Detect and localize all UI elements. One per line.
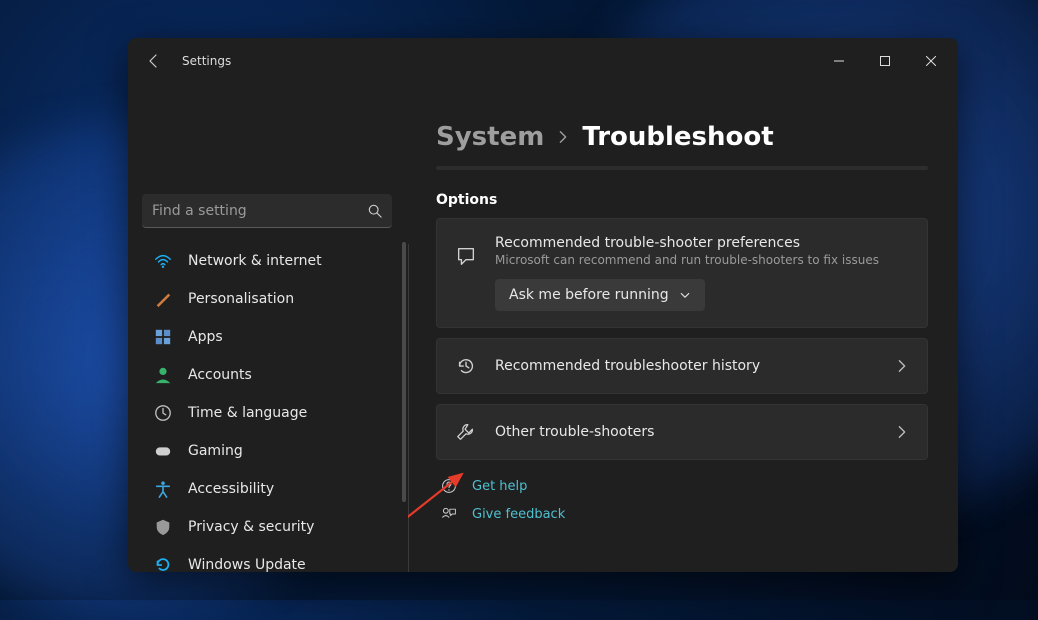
- chevron-down-icon: [679, 289, 691, 301]
- sidebar-item-label: Accounts: [188, 367, 252, 383]
- sidebar-item-label: Gaming: [188, 443, 243, 459]
- main-content: System Troubleshoot Options Recommended …: [408, 84, 958, 572]
- window-controls: [816, 44, 954, 78]
- clock-globe-icon: [154, 404, 172, 422]
- sidebar-item-label: Accessibility: [188, 481, 274, 497]
- sidebar-item-accessibility[interactable]: Accessibility: [142, 470, 408, 508]
- sidebar-item-network[interactable]: Network & internet: [142, 242, 408, 280]
- sidebar-item-personalisation[interactable]: Personalisation: [142, 280, 408, 318]
- sidebar-item-label: Network & internet: [188, 253, 322, 269]
- card-title: Recommended troubleshooter history: [495, 358, 877, 374]
- link-give-feedback[interactable]: Give feedback: [440, 506, 928, 522]
- settings-window: Settings: [128, 38, 958, 572]
- sidebar-item-time-language[interactable]: Time & language: [142, 394, 408, 432]
- card-other-troubleshooters[interactable]: Other trouble-shooters: [436, 404, 928, 460]
- shield-icon: [154, 518, 172, 536]
- wrench-icon: [455, 421, 477, 443]
- chat-icon: [455, 245, 477, 267]
- maximize-button[interactable]: [862, 44, 908, 78]
- update-icon: [154, 556, 172, 572]
- content-divider: [408, 244, 409, 572]
- wifi-icon: [154, 252, 172, 270]
- brush-icon: [154, 290, 172, 308]
- link-get-help[interactable]: Get help: [440, 478, 928, 494]
- loading-bar: [436, 166, 928, 170]
- chevron-right-icon: [556, 130, 570, 144]
- dropdown-run-preference[interactable]: Ask me before running: [495, 279, 705, 311]
- search-input[interactable]: [152, 203, 368, 219]
- card-recommended-preferences: Recommended trouble-shooter preferences …: [436, 218, 928, 328]
- sidebar-nav: Network & internet Personalisation Apps: [142, 242, 408, 572]
- sidebar-scrollbar[interactable]: [402, 242, 406, 502]
- person-icon: [154, 366, 172, 384]
- sidebar-item-update[interactable]: Windows Update: [142, 546, 408, 572]
- history-icon: [455, 355, 477, 377]
- card-title: Recommended trouble-shooter preferences: [495, 235, 909, 251]
- search-icon: [368, 204, 382, 218]
- sidebar-item-label: Apps: [188, 329, 223, 345]
- titlebar: Settings: [128, 38, 958, 84]
- help-icon: [440, 478, 458, 494]
- sidebar-item-gaming[interactable]: Gaming: [142, 432, 408, 470]
- card-troubleshooter-history[interactable]: Recommended troubleshooter history: [436, 338, 928, 394]
- feedback-icon: [440, 506, 458, 522]
- accessibility-icon: [154, 480, 172, 498]
- minimize-button[interactable]: [816, 44, 862, 78]
- search-box[interactable]: [142, 194, 392, 228]
- apps-icon: [154, 328, 172, 346]
- breadcrumb: System Troubleshoot: [436, 122, 928, 152]
- chevron-right-icon: [895, 425, 909, 439]
- chevron-right-icon: [895, 359, 909, 373]
- card-subtitle: Microsoft can recommend and run trouble-…: [495, 253, 909, 267]
- section-title-options: Options: [436, 192, 928, 208]
- sidebar-item-label: Privacy & security: [188, 519, 314, 535]
- sidebar-item-apps[interactable]: Apps: [142, 318, 408, 356]
- link-label: Give feedback: [472, 507, 565, 522]
- sidebar-item-privacy[interactable]: Privacy & security: [142, 508, 408, 546]
- back-button[interactable]: [142, 49, 166, 73]
- controller-icon: [154, 442, 172, 460]
- card-title: Other trouble-shooters: [495, 424, 877, 440]
- scrollbar-thumb[interactable]: [402, 242, 406, 502]
- sidebar-item-label: Windows Update: [188, 557, 306, 572]
- breadcrumb-leaf: Troubleshoot: [582, 122, 773, 152]
- sidebar: Network & internet Personalisation Apps: [128, 84, 408, 572]
- breadcrumb-root[interactable]: System: [436, 122, 544, 152]
- link-label: Get help: [472, 479, 527, 494]
- app-title: Settings: [182, 54, 231, 68]
- sidebar-item-label: Time & language: [188, 405, 307, 421]
- sidebar-item-label: Personalisation: [188, 291, 294, 307]
- help-links: Get help Give feedback: [436, 478, 928, 522]
- sidebar-item-accounts[interactable]: Accounts: [142, 356, 408, 394]
- close-button[interactable]: [908, 44, 954, 78]
- dropdown-value: Ask me before running: [509, 287, 669, 303]
